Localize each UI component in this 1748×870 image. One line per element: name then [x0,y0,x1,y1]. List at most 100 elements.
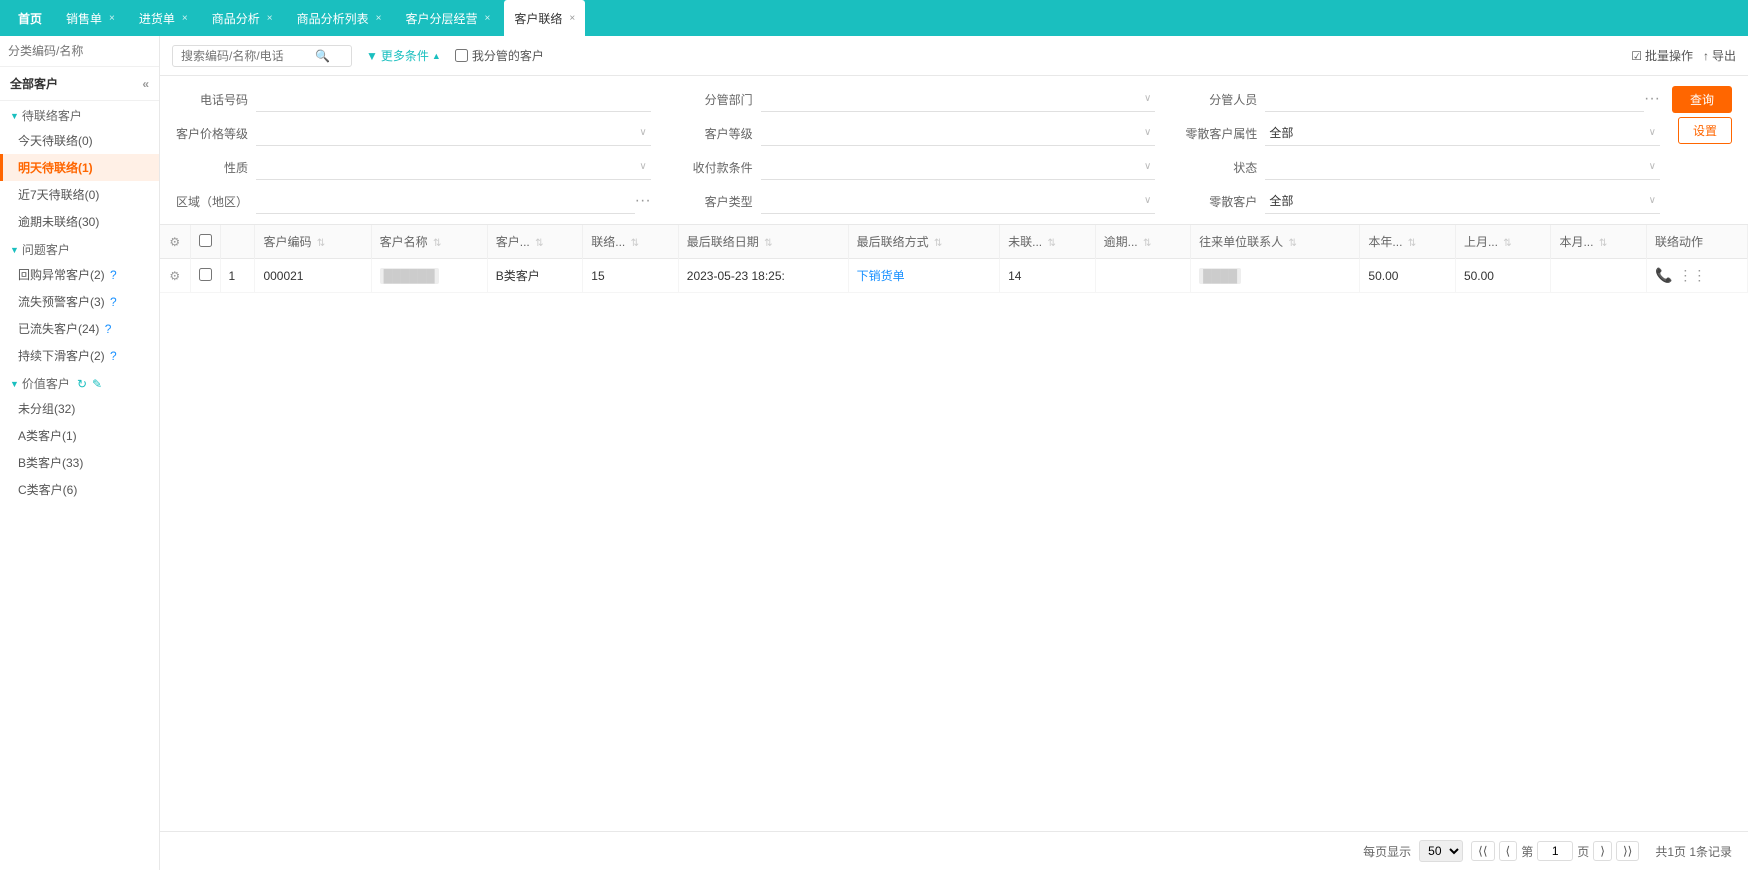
query-btn[interactable]: 查询 [1672,86,1732,113]
col-header-this-year: 本年... ⇅ [1360,225,1456,259]
filter-phone-input[interactable] [256,86,651,112]
sort-uc2-icon[interactable]: ⇅ [1289,238,1297,249]
value-refresh-icon[interactable]: ↻ [77,377,87,391]
sort-name-icon[interactable]: ⇅ [433,238,441,249]
filter-value-level: 客户价格等级 ∨ [176,120,651,146]
filter-retail-customer-select[interactable]: 全部 ∨ [1265,188,1660,214]
filter-retail-attr-arrow: ∨ [1649,127,1656,138]
sidebar-all-customers[interactable]: 全部客户 « [0,67,159,101]
main-search-box: 🔍 [172,45,352,67]
sidebar-item-ungrouped[interactable]: 未分组(32) [0,395,159,422]
filter-retail-customer-value: 全部 [1269,192,1293,209]
filter-customer-type-select[interactable]: ∨ [761,188,1156,214]
action-more-icon[interactable]: ⋮⋮ [1678,267,1706,284]
pagination: ⟨⟨ ⟨ 第 页 ⟩ ⟩⟩ [1471,841,1639,861]
main-search-icon[interactable]: 🔍 [315,49,330,63]
main-layout: 🔍 全部客户 « ▼ 待联络客户 今天待联络(0) 明天待联络(1) 近7天待联… [0,36,1748,870]
filter-retail-attr-select[interactable]: 全部 ∨ [1265,120,1660,146]
sort-uc-icon[interactable]: ⇅ [1047,238,1055,249]
sidebar-search-input[interactable] [8,44,160,58]
nav-tab-crm-close[interactable]: × [484,13,490,24]
filter-status-select[interactable]: ∨ [1265,154,1660,180]
batch-op-icon: ☑ [1631,49,1642,63]
sort-type-icon[interactable]: ⇅ [535,238,543,249]
sidebar-item-a-class[interactable]: A类客户(1) [0,422,159,449]
nav-tab-sales[interactable]: 销售单 × [56,0,125,36]
filter-region-input[interactable] [256,188,635,214]
filter-dept-select[interactable]: ∨ [761,86,1156,112]
nav-tab-analysis[interactable]: 商品分析 × [202,0,283,36]
filter-person-input[interactable] [1265,86,1644,112]
select-all-checkbox[interactable] [199,234,212,247]
sidebar-collapse-icon[interactable]: « [142,77,149,91]
filter-person-label: 分管人员 [1185,91,1265,108]
sidebar-item-tomorrow-label: 明天待联络(1) [18,161,93,175]
sort-lcd-icon[interactable]: ⇅ [764,238,772,249]
prev-page-btn[interactable]: ⟨ [1499,841,1518,861]
export-label: 导出 [1712,47,1736,64]
sidebar-item-today[interactable]: 今天待联络(0) [0,127,159,154]
filter-region-dots[interactable]: ··· [635,193,651,209]
nav-tab-contact[interactable]: 客户联络 × [504,0,585,36]
sidebar-item-tomorrow[interactable]: 明天待联络(1) [0,154,159,181]
filter-region-label: 区域（地区） [176,193,256,210]
row-gear-icon[interactable]: ⚙ [160,259,190,293]
sort-tm-icon[interactable]: ⇅ [1599,238,1607,249]
nav-tab-analysis-close[interactable]: × [267,13,273,24]
nav-tab-contact-close[interactable]: × [569,13,575,24]
filter-value-level-select[interactable]: ∨ [256,120,651,146]
first-page-btn[interactable]: ⟨⟨ [1471,841,1494,861]
more-filter-btn[interactable]: ▼ 更多条件 ▲ [360,44,447,67]
filter-dept-label: 分管部门 [681,91,761,108]
value-edit-icon[interactable]: ✎ [92,377,102,391]
sort-overdue-icon[interactable]: ⇅ [1143,238,1151,249]
batch-op-btn[interactable]: ☑ 批量操作 [1631,47,1693,64]
nav-tab-analysis-list-close[interactable]: × [376,13,382,24]
sidebar-item-declining[interactable]: 持续下滑客户(2) ? [0,342,159,369]
sort-code-icon[interactable]: ⇅ [317,238,325,249]
filter-phone: 电话号码 [176,86,651,112]
nav-home[interactable]: 首页 [8,0,52,36]
settings-btn[interactable]: 设置 [1678,117,1732,144]
page-size-select[interactable]: 50 [1419,840,1463,862]
row-last-contact-date: 2023-05-23 18:25: [678,259,848,293]
row-action-cell: 📞 ⋮⋮ [1646,259,1747,293]
sidebar-item-c-class[interactable]: C类客户(6) [0,476,159,503]
nav-tab-analysis-list[interactable]: 商品分析列表 × [287,0,392,36]
my-customers-checkbox[interactable] [455,49,468,62]
filter-payment-select[interactable]: ∨ [761,154,1156,180]
gear-header-icon[interactable]: ⚙ [169,235,180,249]
nav-tab-purchase-close[interactable]: × [182,13,188,24]
filter-customer-level-select[interactable]: ∨ [761,120,1156,146]
row-last-contact-method-link[interactable]: 下销货单 [857,269,905,283]
sort-lcm-icon[interactable]: ⇅ [934,238,942,249]
nav-tab-crm[interactable]: 客户分层经营 × [395,0,500,36]
sort-ty-icon[interactable]: ⇅ [1408,238,1416,249]
filter-gender-select[interactable]: ∨ [256,154,651,180]
sidebar-item-overdue[interactable]: 逾期未联络(30) [0,208,159,235]
sidebar-item-b-class[interactable]: B类客户(33) [0,449,159,476]
sidebar-item-7days[interactable]: 近7天待联络(0) [0,181,159,208]
toolbar-right: ☑ 批量操作 ↑ 导出 [1631,47,1736,64]
row-checkbox[interactable] [199,268,212,281]
sidebar-item-churned[interactable]: 已流失客户(24) ? [0,315,159,342]
sidebar-item-repurchase-abnormal[interactable]: 回购异常客户(2) ? [0,261,159,288]
filter-person-dots[interactable]: ··· [1644,91,1660,107]
action-call-icon[interactable]: 📞 [1655,267,1672,284]
filter-status: 状态 ∨ [1185,154,1660,180]
filter-dept-arrow-icon: ∨ [1144,93,1151,104]
value-section-title: 价值客户 [22,375,70,392]
next-page-btn[interactable]: ⟩ [1593,841,1612,861]
page-number-input[interactable] [1537,841,1573,861]
nav-tab-sales-close[interactable]: × [109,13,115,24]
last-page-btn[interactable]: ⟩⟩ [1616,841,1639,861]
filter-buttons: 查询 设置 [1660,86,1732,144]
main-search-input[interactable] [181,49,311,63]
export-btn[interactable]: ↑ 导出 [1703,47,1736,64]
row-unit-contact-blurred: ████ [1199,268,1241,284]
sort-contact-icon[interactable]: ⇅ [631,238,639,249]
sort-lm-icon[interactable]: ⇅ [1503,238,1511,249]
my-customers-checkbox-area[interactable]: 我分管的客户 [455,47,544,64]
sidebar-item-churn-warning[interactable]: 流失预警客户(3) ? [0,288,159,315]
nav-tab-purchase[interactable]: 进货单 × [129,0,198,36]
